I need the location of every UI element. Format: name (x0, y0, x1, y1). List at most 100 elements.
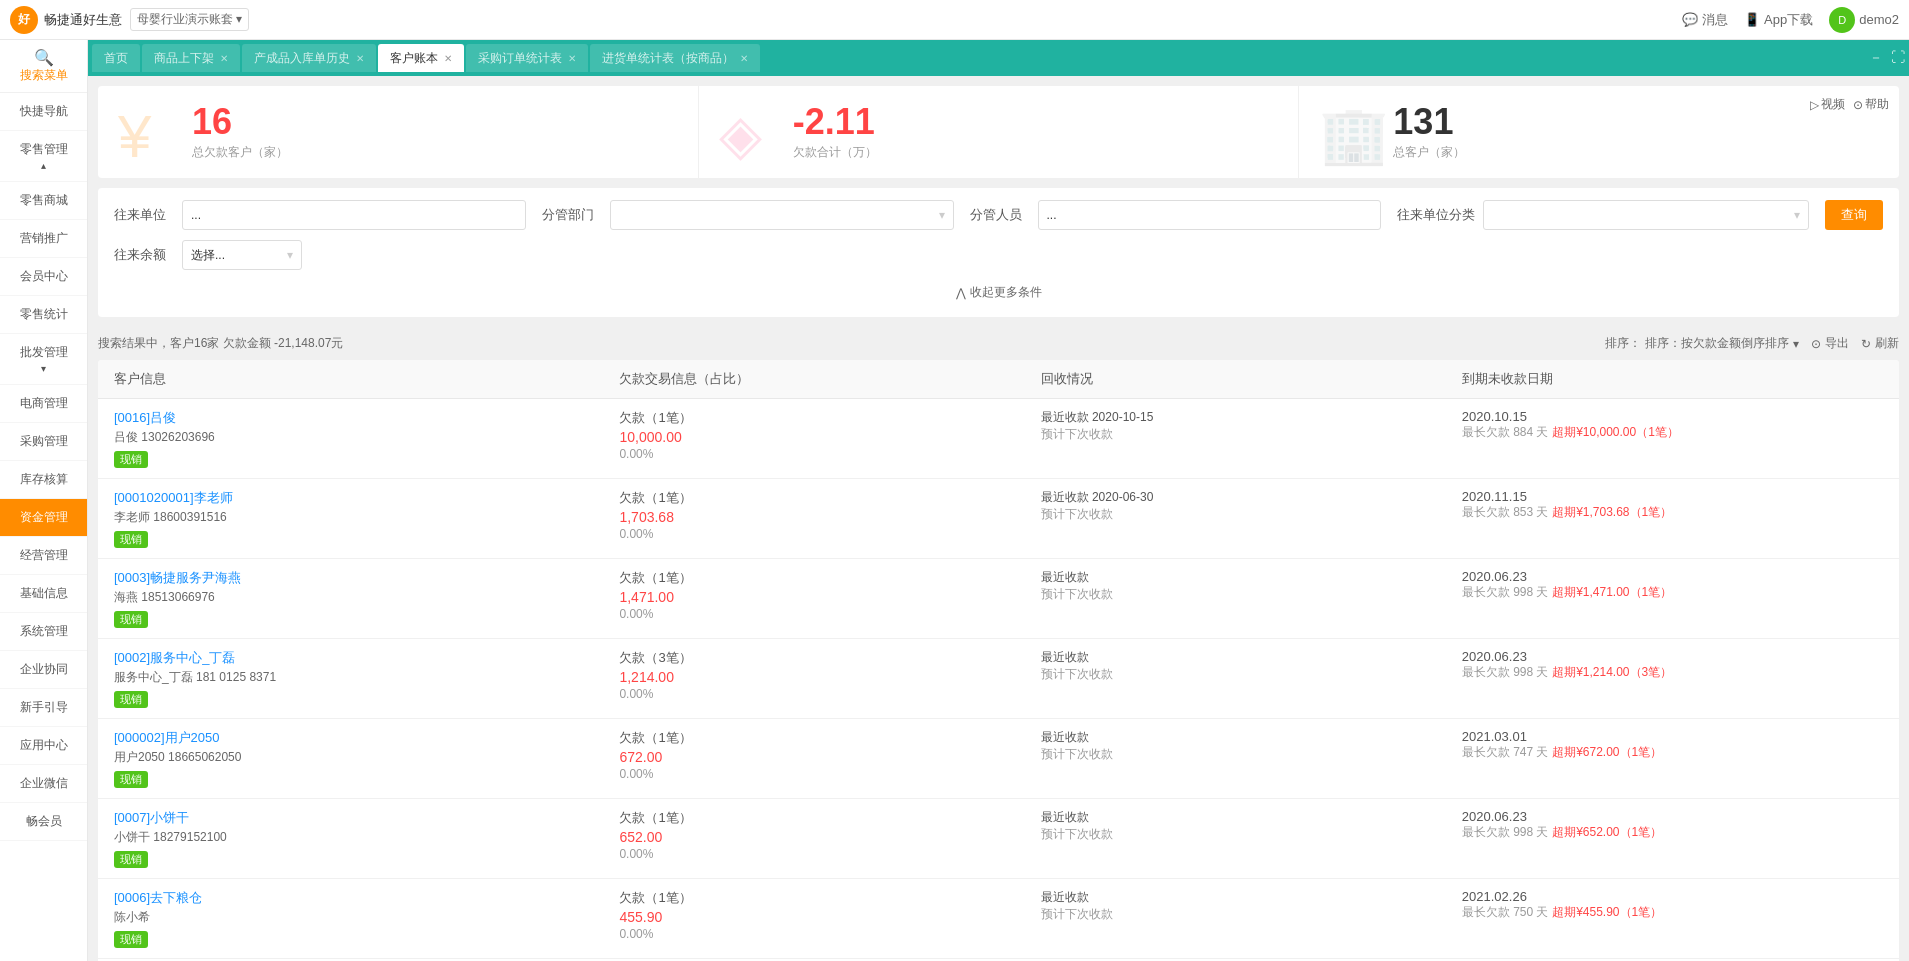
recovery-cell: 最近收款 2020-06-30 预计下次收款 (1041, 489, 1462, 523)
due-date-cell: 2020.06.23 最长欠款 998 天 超期¥1,471.00（1笔） (1462, 569, 1883, 601)
customer-name-link[interactable]: [0001020001]李老师 (114, 490, 233, 505)
recovery-date: 最近收款 2020-10-15 (1041, 409, 1462, 426)
tab-purchase-order[interactable]: 采购订单统计表 ✕ (466, 44, 588, 72)
sidebar-item-retail-store[interactable]: 零售商城 (0, 182, 87, 220)
filter-item-category: 往来单位分类 ▾ (1397, 200, 1809, 230)
category-select[interactable]: ▾ (1483, 200, 1809, 230)
tab-customer-account-close[interactable]: ✕ (444, 53, 452, 64)
debt-amount: 1,214.00 (619, 669, 1040, 685)
debt-count: 欠款（1笔） (619, 489, 1040, 507)
sidebar-item-enterprise[interactable]: 企业协同 (0, 651, 87, 689)
yen-icon: ¥ (118, 102, 178, 162)
tab-products[interactable]: 商品上下架 ✕ (142, 44, 240, 72)
building-icon: 🏢 (1319, 102, 1379, 162)
category-label: 往来单位分类 (1397, 206, 1475, 224)
customer-tag: 现销 (114, 531, 148, 548)
customer-name-link[interactable]: [0016]吕俊 (114, 410, 176, 425)
debt-ratio: 0.00% (619, 687, 1040, 701)
logo-icon: 好 (10, 6, 38, 34)
refresh-button[interactable]: ↻ 刷新 (1861, 335, 1899, 352)
person-input[interactable]: ... (1038, 200, 1382, 230)
tab-home[interactable]: 首页 (92, 44, 140, 72)
overdue-link[interactable]: 超期¥1,703.68（1笔） (1552, 505, 1672, 519)
due-date: 2020.06.23 (1462, 569, 1883, 584)
dept-select[interactable]: ▾ (610, 200, 954, 230)
sidebar-item-batch-mgmt[interactable]: 批发管理 ▾ (0, 334, 87, 385)
tab-products-close[interactable]: ✕ (220, 53, 228, 64)
stat-card-actions: ▷ 视频 ⊙ 帮助 (1810, 96, 1889, 113)
sidebar-item-enterprise-wechat[interactable]: 企业微信 (0, 765, 87, 803)
overdue-info: 最长欠款 998 天 超期¥1,471.00（1笔） (1462, 584, 1883, 601)
debt-ratio: 0.00% (619, 527, 1040, 541)
tab-production-close[interactable]: ✕ (356, 53, 364, 64)
top-bar-left: 好 畅捷通好生意 母婴行业演示账套 ▾ (10, 6, 249, 34)
sidebar-item-purchase[interactable]: 采购管理 (0, 423, 87, 461)
debt-ratio: 0.00% (619, 607, 1040, 621)
from-unit-input[interactable]: ... (182, 200, 526, 230)
collapse-button[interactable]: ⋀ 收起更多条件 (956, 284, 1042, 301)
customer-info-cell: [0003]畅捷服务尹海燕 海燕 18513066976 现销 (114, 569, 619, 628)
customer-name-link[interactable]: [000002]用户2050 (114, 730, 220, 745)
sidebar-item-quick-nav: 快捷导航 (0, 93, 87, 131)
sidebar-item-marketing[interactable]: 营销推广 (0, 220, 87, 258)
sidebar-item-member-vip[interactable]: 畅会员 (0, 803, 87, 841)
overdue-link[interactable]: 超期¥1,471.00（1笔） (1552, 585, 1672, 599)
balance-select[interactable]: 选择... ▾ (182, 240, 302, 270)
balance-label: 往来余额 (114, 246, 174, 264)
customer-tag: 现销 (114, 771, 148, 788)
due-date-cell: 2021.02.26 最长欠款 750 天 超期¥455.90（1笔） (1462, 889, 1883, 921)
tab-production[interactable]: 产成品入库单历史 ✕ (242, 44, 376, 72)
debt-ratio: 0.00% (619, 847, 1040, 861)
recovery-next: 预计下次收款 (1041, 426, 1462, 443)
sort-select[interactable]: 排序： 排序：按欠款金额倒序排序 ▾ (1605, 335, 1799, 352)
overdue-link[interactable]: 超期¥1,214.00（3笔） (1552, 665, 1672, 679)
search-menu-button[interactable]: 🔍 搜索菜单 (0, 40, 87, 93)
video-action[interactable]: ▷ 视频 (1810, 96, 1845, 113)
sidebar-item-finance[interactable]: 资金管理 (0, 499, 87, 537)
export-button[interactable]: ⊙ 导出 (1811, 335, 1849, 352)
tab-maximize-button[interactable]: ⛶ (1891, 49, 1905, 67)
tab-customer-account[interactable]: 客户账本 ✕ (378, 44, 464, 72)
user-avatar[interactable]: D demo2 (1829, 7, 1899, 33)
company-selector[interactable]: 母婴行业演示账套 ▾ (130, 8, 249, 31)
sidebar-item-system[interactable]: 系统管理 (0, 613, 87, 651)
tab-minimize-button[interactable]: － (1869, 49, 1883, 67)
search-button[interactable]: 查询 (1825, 200, 1883, 230)
overdue-link[interactable]: 超期¥10,000.00（1笔） (1552, 425, 1679, 439)
debt-count: 欠款（1笔） (619, 409, 1040, 427)
stat-card-total-customers: 🏢 131 总客户（家） ▷ 视频 ⊙ 帮助 (1299, 86, 1899, 178)
filter-item-balance: 往来余额 选择... ▾ (114, 240, 302, 270)
tab-purchase-order-close[interactable]: ✕ (568, 53, 576, 64)
due-date-cell: 2020.06.23 最长欠款 998 天 超期¥1,214.00（3笔） (1462, 649, 1883, 681)
sidebar-item-member[interactable]: 会员中心 (0, 258, 87, 296)
overdue-link[interactable]: 超期¥455.90（1笔） (1552, 905, 1662, 919)
app-download-button[interactable]: 📱 App下载 (1744, 11, 1813, 29)
due-date-cell: 2020.11.15 最长欠款 853 天 超期¥1,703.68（1笔） (1462, 489, 1883, 521)
customer-name-link[interactable]: [0006]去下粮仓 (114, 890, 202, 905)
overdue-link[interactable]: 超期¥652.00（1笔） (1552, 825, 1662, 839)
customer-name-link[interactable]: [0007]小饼干 (114, 810, 189, 825)
diamond-icon: ◈ (719, 102, 779, 162)
recovery-date: 最近收款 (1041, 569, 1462, 586)
customer-name-link[interactable]: [0002]服务中心_丁磊 (114, 650, 235, 665)
recovery-date: 最近收款 (1041, 809, 1462, 826)
table-row: [0007]小饼干 小饼干 18279152100 现销 欠款（1笔） 652.… (98, 799, 1899, 879)
sidebar-item-operations[interactable]: 经营管理 (0, 537, 87, 575)
sidebar-item-inventory[interactable]: 库存核算 (0, 461, 87, 499)
tab-purchase-summary[interactable]: 进货单统计表（按商品） ✕ (590, 44, 760, 72)
debt-info-cell: 欠款（1笔） 1,703.68 0.00% (619, 489, 1040, 541)
customer-name-link[interactable]: [0003]畅捷服务尹海燕 (114, 570, 241, 585)
tab-purchase-summary-close[interactable]: ✕ (740, 53, 748, 64)
overdue-link[interactable]: 超期¥672.00（1笔） (1552, 745, 1662, 759)
sidebar-item-basic-info[interactable]: 基础信息 (0, 575, 87, 613)
help-action[interactable]: ⊙ 帮助 (1853, 96, 1889, 113)
sidebar-item-app-center[interactable]: 应用中心 (0, 727, 87, 765)
sidebar-item-retail-mgmt[interactable]: 零售管理 ▴ (0, 131, 87, 182)
sidebar-item-retail-stats[interactable]: 零售统计 (0, 296, 87, 334)
table-row: [0003]畅捷服务尹海燕 海燕 18513066976 现销 欠款（1笔） 1… (98, 559, 1899, 639)
recovery-cell: 最近收款 2020-10-15 预计下次收款 (1041, 409, 1462, 443)
sidebar-item-ecommerce[interactable]: 电商管理 (0, 385, 87, 423)
message-button[interactable]: 💬 消息 (1682, 11, 1728, 29)
debt-info-cell: 欠款（1笔） 672.00 0.00% (619, 729, 1040, 781)
sidebar-item-newbie[interactable]: 新手引导 (0, 689, 87, 727)
